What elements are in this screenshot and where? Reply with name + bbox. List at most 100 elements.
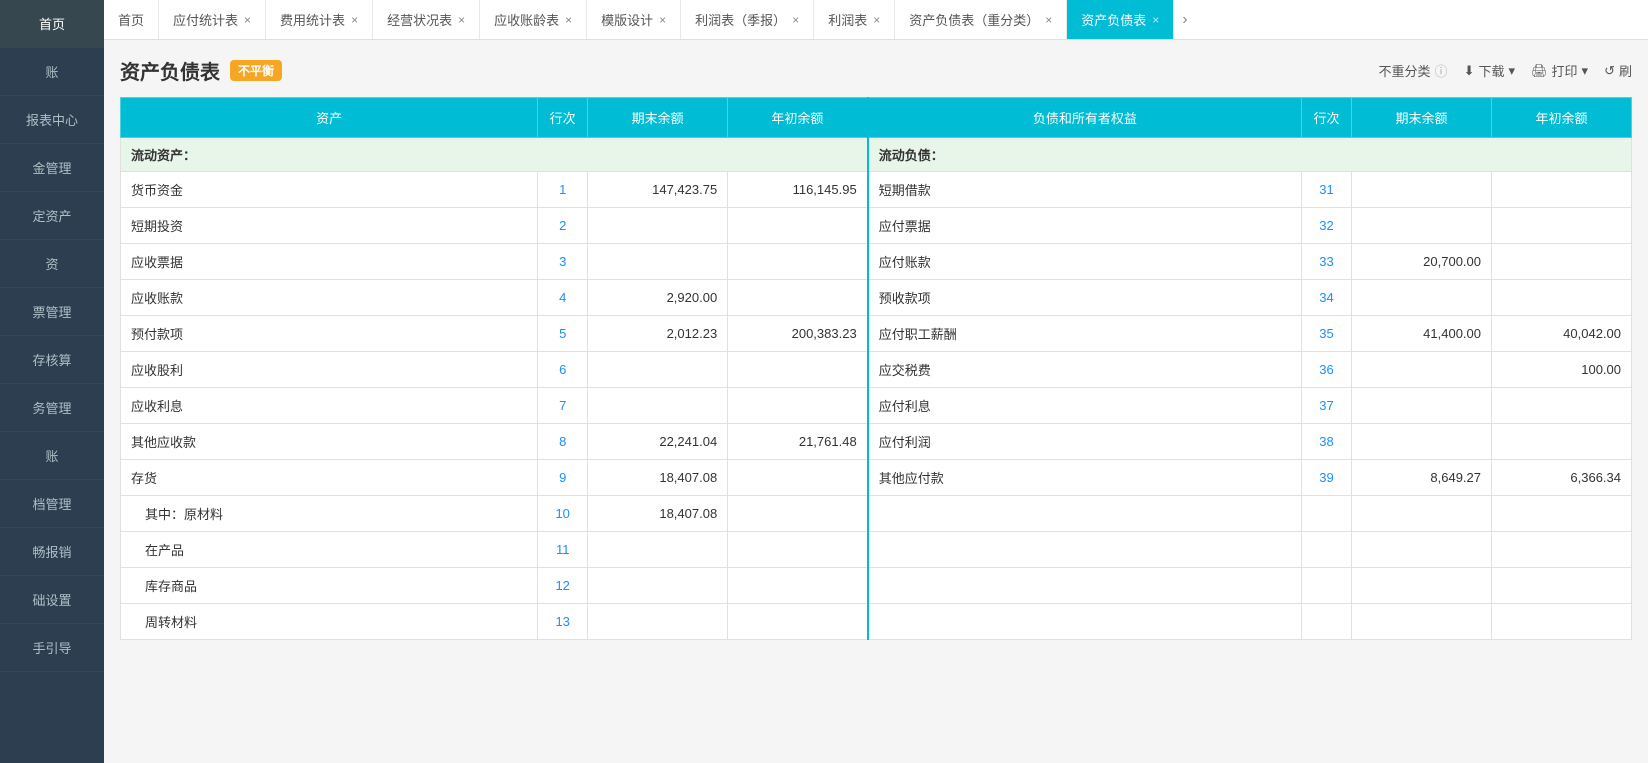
close-icon[interactable]: ×	[1152, 13, 1159, 27]
no-reclassify-action[interactable]: 不重分类 ⓘ	[1379, 61, 1448, 80]
end-balance-right	[1352, 280, 1492, 316]
print-action[interactable]: 🖨 打印 ▾	[1531, 61, 1588, 80]
tab-balance-reclassify-label: 资产负债表（重分类）	[909, 10, 1039, 29]
tab-receivable-aging[interactable]: 应收账龄表 ×	[480, 0, 587, 40]
download-action[interactable]: ⬇ 下载 ▾	[1464, 61, 1515, 80]
sidebar-item-capital[interactable]: 资	[0, 240, 104, 288]
header-end-balance-right: 期末余额	[1352, 98, 1492, 138]
row-num-left: 4	[538, 280, 588, 316]
end-balance-right: 20,700.00	[1352, 244, 1492, 280]
sidebar-item-reports[interactable]: 报表中心	[0, 96, 104, 144]
asset-name: 周转材料	[121, 604, 538, 640]
asset-name: 短期投资	[121, 208, 538, 244]
tab-operation[interactable]: 经营状况表 ×	[373, 0, 480, 40]
end-balance-right	[1352, 424, 1492, 460]
sidebar-item-expense[interactable]: 畅报销	[0, 528, 104, 576]
end-balance-right	[1352, 496, 1492, 532]
header-start-balance-right: 年初余额	[1492, 98, 1632, 138]
row-num-left: 5	[538, 316, 588, 352]
info-icon: ⓘ	[1435, 61, 1448, 80]
sidebar-item-settings[interactable]: 础设置	[0, 576, 104, 624]
tab-expense-stats[interactable]: 费用统计表 ×	[266, 0, 373, 40]
main-area: 首页 应付统计表 × 费用统计表 × 经营状况表 × 应收账龄表 × 模版设计 …	[104, 0, 1648, 763]
liability-name	[868, 604, 1302, 640]
close-icon[interactable]: ×	[792, 13, 799, 27]
tab-balance-reclassify[interactable]: 资产负债表（重分类） ×	[895, 0, 1067, 40]
section-left-label: 流动资产：	[121, 138, 868, 172]
sidebar-item-home[interactable]: 首页	[0, 0, 104, 48]
row-num-left: 6	[538, 352, 588, 388]
tab-right-arrow[interactable]: ›	[1174, 11, 1195, 29]
start-balance-right	[1492, 604, 1632, 640]
start-balance-left	[728, 496, 868, 532]
row-num-right: 31	[1302, 172, 1352, 208]
table-row: 库存商品 12	[121, 568, 1632, 604]
sidebar-item-account[interactable]: 账	[0, 48, 104, 96]
sidebar: 首页 账 报表中心 金管理 定资产 资 票管理 存核算 务管理 账 档管理 畅报…	[0, 0, 104, 763]
page-title-row: 资产负债表 不平衡 不重分类 ⓘ ⬇ 下载 ▾ 🖨 打印 ▾	[120, 56, 1632, 85]
liability-name: 应付职工薪酬	[868, 316, 1302, 352]
tab-profit[interactable]: 利润表 ×	[814, 0, 895, 40]
refresh-label: 刷	[1619, 61, 1632, 80]
sidebar-item-tickets[interactable]: 票管理	[0, 288, 104, 336]
liability-name: 预收款项	[868, 280, 1302, 316]
row-num-left: 12	[538, 568, 588, 604]
asset-name: 在产品	[121, 532, 538, 568]
end-balance-right	[1352, 532, 1492, 568]
tab-balance-sheet[interactable]: 资产负债表 ×	[1067, 0, 1174, 40]
close-icon[interactable]: ×	[244, 13, 251, 27]
table-row: 其他应收款 8 22,241.04 21,761.48 应付利润 38	[121, 424, 1632, 460]
row-num-left: 7	[538, 388, 588, 424]
print-label: 打印	[1552, 61, 1578, 80]
row-num-right: 33	[1302, 244, 1352, 280]
close-icon[interactable]: ×	[458, 13, 465, 27]
table-row: 在产品 11	[121, 532, 1632, 568]
start-balance-left	[728, 352, 868, 388]
end-balance-left	[588, 208, 728, 244]
header-row-num-left: 行次	[538, 98, 588, 138]
table-header-row: 资产 行次 期末余额 年初余额 负债和所有者权益 行次 期末余额 年初余额	[121, 98, 1632, 138]
page-title-left: 资产负债表 不平衡	[120, 56, 282, 85]
sidebar-item-fixed-assets[interactable]: 定资产	[0, 192, 104, 240]
start-balance-left	[728, 460, 868, 496]
liability-name: 其他应付款	[868, 460, 1302, 496]
row-num-left: 1	[538, 172, 588, 208]
table-row: 预付款项 5 2,012.23 200,383.23 应付职工薪酬 35 41,…	[121, 316, 1632, 352]
asset-name: 存货	[121, 460, 538, 496]
liability-name: 应付票据	[868, 208, 1302, 244]
download-icon: ⬇	[1464, 63, 1475, 79]
table-row: 应收票据 3 应付账款 33 20,700.00	[121, 244, 1632, 280]
table-row: 其中：原材料 10 18,407.08	[121, 496, 1632, 532]
refresh-action[interactable]: ↺ 刷	[1604, 61, 1632, 80]
sidebar-item-ledger[interactable]: 账	[0, 432, 104, 480]
tab-home-label: 首页	[118, 10, 144, 29]
sidebar-item-archive[interactable]: 档管理	[0, 480, 104, 528]
close-icon[interactable]: ×	[1045, 13, 1052, 27]
row-num-left: 10	[538, 496, 588, 532]
close-icon[interactable]: ×	[659, 13, 666, 27]
start-balance-right	[1492, 424, 1632, 460]
row-num-right: 32	[1302, 208, 1352, 244]
sidebar-item-funds[interactable]: 金管理	[0, 144, 104, 192]
sidebar-item-tax[interactable]: 务管理	[0, 384, 104, 432]
close-icon[interactable]: ×	[873, 13, 880, 27]
close-icon[interactable]: ×	[351, 13, 358, 27]
table-row: 短期投资 2 应付票据 32	[121, 208, 1632, 244]
start-balance-left: 116,145.95	[728, 172, 868, 208]
tab-home[interactable]: 首页	[104, 0, 159, 40]
start-balance-left	[728, 604, 868, 640]
tab-profit-quarterly[interactable]: 利润表（季报） ×	[681, 0, 814, 40]
end-balance-right	[1352, 568, 1492, 604]
end-balance-right	[1352, 172, 1492, 208]
start-balance-right: 100.00	[1492, 352, 1632, 388]
print-icon: 🖨	[1531, 63, 1548, 79]
row-num-right: 38	[1302, 424, 1352, 460]
start-balance-right	[1492, 280, 1632, 316]
sidebar-item-guide[interactable]: 手引导	[0, 624, 104, 672]
tab-payable-stats[interactable]: 应付统计表 ×	[159, 0, 266, 40]
tab-template-design[interactable]: 模版设计 ×	[587, 0, 681, 40]
header-end-balance-left: 期末余额	[588, 98, 728, 138]
sidebar-item-inventory[interactable]: 存核算	[0, 336, 104, 384]
close-icon[interactable]: ×	[565, 13, 572, 27]
start-balance-right	[1492, 388, 1632, 424]
